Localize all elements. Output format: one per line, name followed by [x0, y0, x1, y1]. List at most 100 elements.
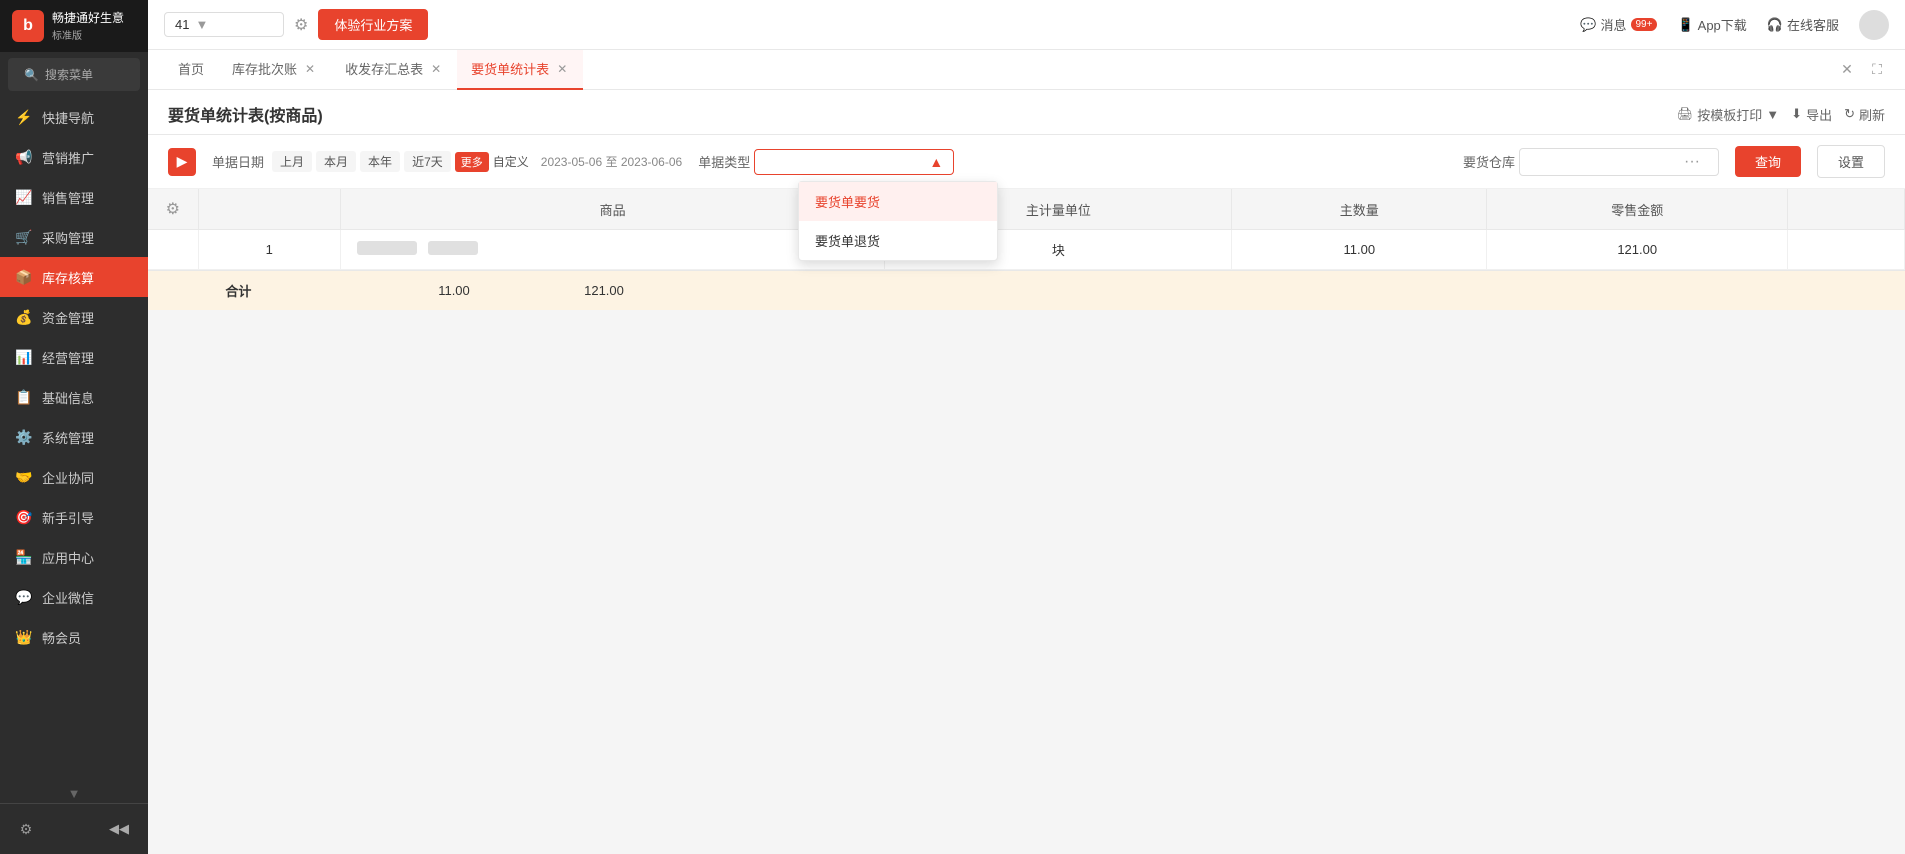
dropdown-item-order-return[interactable]: 要货单退货 [799, 221, 997, 260]
col-quantity: 主数量 [1232, 189, 1487, 230]
sidebar-item-sales[interactable]: 📈 销售管理 [0, 177, 148, 217]
type-filter-group: 单据类型 ▲ [698, 149, 954, 175]
dropdown-item-order-incoming[interactable]: 要货单要货 [799, 182, 997, 221]
sidebar-item-label: 系统管理 [42, 428, 94, 447]
tabs-controls: ✕ ⛶ [1835, 58, 1889, 82]
online-service-btn[interactable]: 🎧 在线客服 [1767, 15, 1839, 34]
warehouse-filter-label: 要货仓库 [1463, 152, 1515, 171]
sidebar-search-label: 搜索菜单 [45, 66, 93, 83]
type-dropdown: 要货单要货 要货单退货 [798, 181, 998, 261]
enterprise-icon: 🤝 [14, 467, 34, 487]
sidebar-item-purchase[interactable]: 🛒 采购管理 [0, 217, 148, 257]
sidebar-scroll-arrow[interactable]: ▼ [0, 783, 148, 803]
app-download-btn[interactable]: 📱 App下载 [1677, 15, 1746, 34]
table-container: ⚙ 商品 主计量单位 主数量 零售金额 1 [148, 189, 1905, 270]
topbar-right: 💬 消息 99+ 📱 App下载 🎧 在线客服 [1580, 10, 1889, 40]
main-area: 41 ▼ ⚙ 体验行业方案 💬 消息 99+ 📱 App下载 🎧 在线客服 [148, 0, 1905, 854]
date-shortcut-this-year[interactable]: 本年 [360, 151, 400, 172]
messages-btn[interactable]: 💬 消息 99+ [1580, 15, 1657, 34]
sidebar-item-enterprise[interactable]: 🤝 企业协同 [0, 457, 148, 497]
export-btn[interactable]: ⬇ 导出 [1791, 105, 1832, 124]
logo-sub: 标准版 [52, 27, 124, 42]
date-filter-label: 单据日期 [212, 152, 264, 171]
print-template-label: 按模板打印 [1697, 105, 1762, 124]
tabs-close-all-btn[interactable]: ✕ [1835, 58, 1859, 82]
sidebar-item-system[interactable]: ⚙️ 系统管理 [0, 417, 148, 457]
col-amount: 零售金额 [1487, 189, 1788, 230]
store-selector[interactable]: 41 ▼ [164, 12, 284, 37]
date-range-display: 2023-05-06 至 2023-06-06 [541, 153, 682, 170]
filter-expand-btn[interactable]: ▶ [168, 148, 196, 176]
topbar-left: 41 ▼ ⚙ 体验行业方案 [164, 9, 428, 40]
tab-order-stats[interactable]: 要货单统计表 ✕ [457, 50, 583, 90]
tab-receive-summary-label: 收发存汇总表 [345, 59, 423, 78]
product-name-placeholder [357, 241, 417, 255]
warehouse-filter-value [1530, 154, 1534, 169]
sidebar-item-guide[interactable]: 🎯 新手引导 [0, 497, 148, 537]
type-filter-select[interactable]: ▲ [754, 149, 954, 175]
search-icon: 🔍 [24, 68, 39, 82]
message-icon: 💬 [1580, 17, 1596, 33]
sidebar-item-quick-nav[interactable]: ⚡ 快捷导航 [0, 97, 148, 137]
date-shortcut-7-days[interactable]: 近7天 [404, 151, 451, 172]
col-settings: ⚙ [148, 189, 198, 230]
tabs-expand-btn[interactable]: ⛶ [1865, 58, 1889, 82]
date-shortcut-this-month[interactable]: 本月 [316, 151, 356, 172]
table-body: 1 块 11.00 121.00 [148, 230, 1905, 270]
page-header-actions: 🖨 按模板打印 ▼ ⬇ 导出 ↻ 刷新 [1677, 105, 1885, 124]
summary-label: 合计 [164, 281, 364, 300]
topbar-settings-icon[interactable]: ⚙ [294, 15, 308, 35]
row-amount-cell: 121.00 [1487, 230, 1788, 270]
sidebar-nav: ⚡ 快捷导航 📢 营销推广 📈 销售管理 🛒 采购管理 📦 库存核算 💰 资金管… [0, 97, 148, 783]
col-row-num [198, 189, 340, 230]
sidebar-item-marketing[interactable]: 📢 营销推广 [0, 137, 148, 177]
service-icon: 🎧 [1767, 17, 1783, 33]
tab-receive-summary[interactable]: 收发存汇总表 ✕ [331, 50, 457, 90]
print-icon: 🖨 [1677, 106, 1694, 122]
tab-batch-stock[interactable]: 库存批次账 ✕ [218, 50, 331, 90]
download-icon: 📱 [1677, 17, 1693, 33]
basic-icon: 📋 [14, 387, 34, 407]
date-shortcut-last-month[interactable]: 上月 [272, 151, 312, 172]
row-num-cell: 1 [198, 230, 340, 270]
col-settings-icon[interactable]: ⚙ [166, 201, 180, 218]
warehouse-more-icon[interactable]: ··· [1684, 153, 1700, 171]
tab-batch-stock-close[interactable]: ✕ [303, 60, 317, 78]
sidebar-collapse-btn[interactable]: ◀◀ [104, 814, 134, 844]
sidebar-item-wechat[interactable]: 💬 企业微信 [0, 577, 148, 617]
sidebar-item-finance[interactable]: 💰 资金管理 [0, 297, 148, 337]
date-shortcut-custom[interactable]: 自定义 [493, 153, 529, 170]
tab-receive-summary-close[interactable]: ✕ [429, 60, 443, 78]
sidebar-settings-btn[interactable]: ⚙ [14, 817, 38, 841]
sidebar-item-inventory[interactable]: 📦 库存核算 [0, 257, 148, 297]
tab-home[interactable]: 首页 [164, 50, 218, 90]
row-settings-cell [148, 230, 198, 270]
sidebar-item-label: 企业微信 [42, 588, 94, 607]
guide-icon: 🎯 [14, 507, 34, 527]
query-button[interactable]: 查询 [1735, 146, 1801, 177]
settings-button[interactable]: 设置 [1817, 145, 1885, 178]
row-quantity-cell: 11.00 [1232, 230, 1487, 270]
sidebar-item-member[interactable]: 👑 畅会员 [0, 617, 148, 657]
user-avatar[interactable] [1859, 10, 1889, 40]
logo-title: 畅捷通好生意 [52, 10, 124, 27]
sidebar-item-operations[interactable]: 📊 经营管理 [0, 337, 148, 377]
sidebar-item-label: 基础信息 [42, 388, 94, 407]
trial-button[interactable]: 体验行业方案 [318, 9, 428, 40]
sidebar-item-app-center[interactable]: 🏪 应用中心 [0, 537, 148, 577]
app-download-label: App下载 [1698, 15, 1747, 34]
tab-batch-stock-label: 库存批次账 [232, 59, 297, 78]
date-shortcut-more[interactable]: 更多 [455, 152, 489, 172]
refresh-btn[interactable]: ↻ 刷新 [1844, 105, 1885, 124]
wechat-icon: 💬 [14, 587, 34, 607]
tab-order-stats-close[interactable]: ✕ [555, 60, 569, 78]
refresh-label: 刷新 [1859, 105, 1885, 124]
print-template-btn[interactable]: 🖨 按模板打印 ▼ [1677, 105, 1779, 124]
messages-label: 消息 [1600, 15, 1626, 34]
warehouse-filter-input[interactable]: ··· [1519, 148, 1719, 176]
refresh-icon: ↻ [1844, 106, 1855, 122]
sidebar-item-basic[interactable]: 📋 基础信息 [0, 377, 148, 417]
page-title: 要货单统计表(按商品) [168, 102, 323, 126]
sidebar-search[interactable]: 🔍 搜索菜单 [8, 58, 140, 91]
date-filter-group: 单据日期 上月 本月 本年 近7天 更多 自定义 2023-05-06 至 20… [212, 151, 682, 172]
